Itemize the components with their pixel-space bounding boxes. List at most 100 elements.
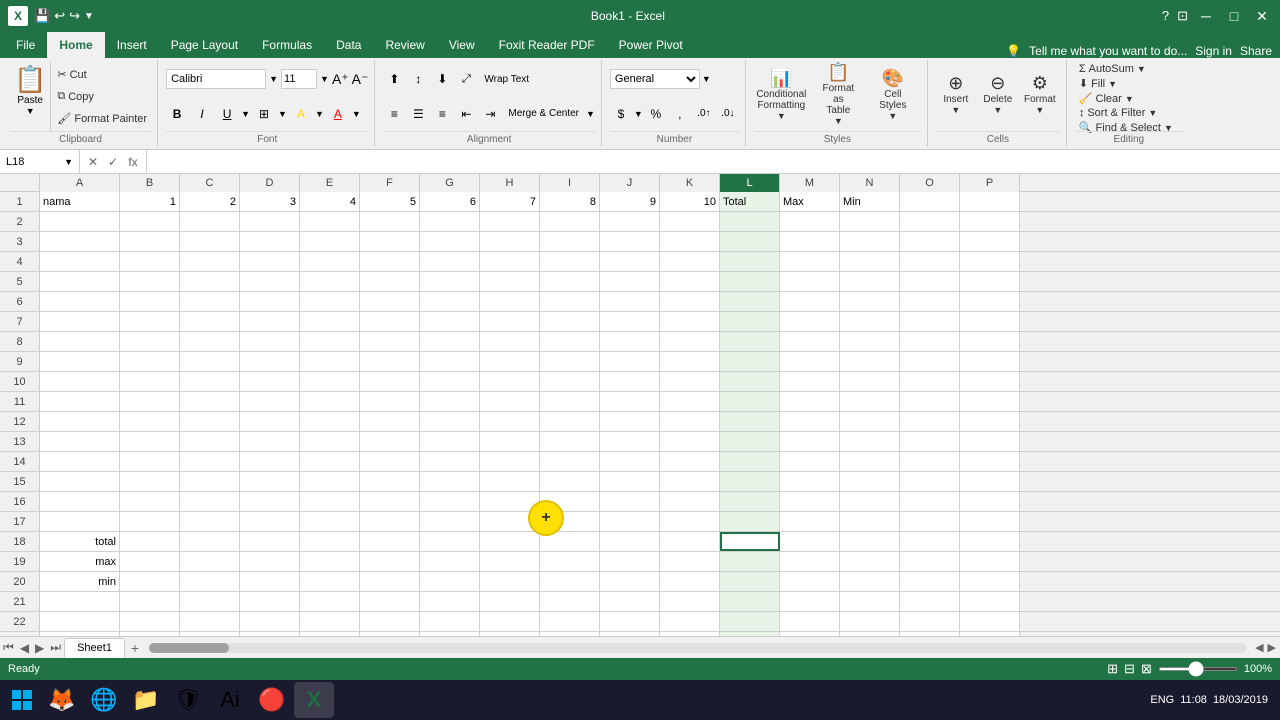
cell-b16[interactable] (120, 492, 180, 511)
row-num-4[interactable]: 4 (0, 252, 40, 271)
cell-m12[interactable] (780, 412, 840, 431)
normal-view-button[interactable]: ⊞ (1107, 661, 1118, 677)
page-layout-view-button[interactable]: ⊟ (1124, 661, 1135, 677)
row-num-6[interactable]: 6 (0, 292, 40, 311)
cell-c8[interactable] (180, 332, 240, 351)
add-sheet-button[interactable]: + (125, 638, 145, 658)
cell-d11[interactable] (240, 392, 300, 411)
row-num-19[interactable]: 19 (0, 552, 40, 571)
cell-g11[interactable] (420, 392, 480, 411)
cell-k12[interactable] (660, 412, 720, 431)
cell-a11[interactable] (40, 392, 120, 411)
decrease-decimal-button[interactable]: .0↓ (717, 103, 739, 125)
cell-e15[interactable] (300, 472, 360, 491)
decrease-indent-button[interactable]: ⇤ (455, 103, 477, 125)
cell-e20[interactable] (300, 572, 360, 591)
underline-button[interactable]: U (216, 103, 238, 125)
cell-P17[interactable] (960, 512, 1020, 531)
cell-n5[interactable] (840, 272, 900, 291)
cell-f23[interactable] (360, 632, 420, 636)
cell-d2[interactable] (240, 212, 300, 231)
cell-i14[interactable] (540, 452, 600, 471)
cell-c2[interactable] (180, 212, 240, 231)
number-format-select[interactable]: General (610, 69, 700, 89)
taskbar-illustrator[interactable]: Ai (210, 682, 250, 718)
taskbar-app4[interactable]: 🛡 (168, 682, 208, 718)
cell-l21[interactable] (720, 592, 780, 611)
cell-O9[interactable] (900, 352, 960, 371)
cell-O4[interactable] (900, 252, 960, 271)
cell-d19[interactable] (240, 552, 300, 571)
cell-P22[interactable] (960, 612, 1020, 631)
tell-me-input[interactable]: Tell me what you want to do... (1029, 44, 1187, 58)
cell-c4[interactable] (180, 252, 240, 271)
cell-n13[interactable] (840, 432, 900, 451)
cell-l3[interactable] (720, 232, 780, 251)
cell-d4[interactable] (240, 252, 300, 271)
cell-d23[interactable] (240, 632, 300, 636)
cell-k22[interactable] (660, 612, 720, 631)
cell-a7[interactable] (40, 312, 120, 331)
cell-k3[interactable] (660, 232, 720, 251)
cell-m9[interactable] (780, 352, 840, 371)
cell-n2[interactable] (840, 212, 900, 231)
align-center-button[interactable]: ☰ (407, 103, 429, 125)
cell-a6[interactable] (40, 292, 120, 311)
tab-data[interactable]: Data (324, 32, 373, 58)
cell-d13[interactable] (240, 432, 300, 451)
cell-m4[interactable] (780, 252, 840, 271)
cell-h14[interactable] (480, 452, 540, 471)
cell-P14[interactable] (960, 452, 1020, 471)
cell-h11[interactable] (480, 392, 540, 411)
sort-filter-dropdown[interactable]: ▼ (1148, 108, 1157, 118)
cell-g19[interactable] (420, 552, 480, 571)
cell-b2[interactable] (120, 212, 180, 231)
cell-h4[interactable] (480, 252, 540, 271)
cell-b15[interactable] (120, 472, 180, 491)
row-num-17[interactable]: 17 (0, 512, 40, 531)
format-as-table-button[interactable]: 📋 Format asTable ▼ (811, 62, 866, 126)
cell-m13[interactable] (780, 432, 840, 451)
tab-view[interactable]: View (437, 32, 487, 58)
cell-j15[interactable] (600, 472, 660, 491)
cell-i4[interactable] (540, 252, 600, 271)
minimize-button[interactable]: ─ (1196, 8, 1216, 25)
cell-a14[interactable] (40, 452, 120, 471)
cell-a9[interactable] (40, 352, 120, 371)
cell-j14[interactable] (600, 452, 660, 471)
cell-k8[interactable] (660, 332, 720, 351)
cell-j5[interactable] (600, 272, 660, 291)
cell-n7[interactable] (840, 312, 900, 331)
cell-a3[interactable] (40, 232, 120, 251)
cell-m7[interactable] (780, 312, 840, 331)
cell-n11[interactable] (840, 392, 900, 411)
cell-h21[interactable] (480, 592, 540, 611)
col-header-O[interactable]: O (900, 174, 960, 192)
cell-l9[interactable] (720, 352, 780, 371)
cell-P4[interactable] (960, 252, 1020, 271)
increase-indent-button[interactable]: ⇥ (479, 103, 501, 125)
cell-n21[interactable] (840, 592, 900, 611)
help-icon[interactable]: ? (1162, 8, 1169, 25)
cell-f4[interactable] (360, 252, 420, 271)
row-num-8[interactable]: 8 (0, 332, 40, 351)
cell-e14[interactable] (300, 452, 360, 471)
cell-b9[interactable] (120, 352, 180, 371)
cell-l5[interactable] (720, 272, 780, 291)
cell-c14[interactable] (180, 452, 240, 471)
cell-g14[interactable] (420, 452, 480, 471)
cell-i12[interactable] (540, 412, 600, 431)
cell-P19[interactable] (960, 552, 1020, 571)
cell-m6[interactable] (780, 292, 840, 311)
cell-j3[interactable] (600, 232, 660, 251)
cell-k9[interactable] (660, 352, 720, 371)
cell-l22[interactable] (720, 612, 780, 631)
cell-g9[interactable] (420, 352, 480, 371)
cell-j21[interactable] (600, 592, 660, 611)
increase-decimal-button[interactable]: .0↑ (693, 103, 715, 125)
col-header-L[interactable]: L (720, 174, 780, 192)
col-header-G[interactable]: G (420, 174, 480, 192)
cell-f6[interactable] (360, 292, 420, 311)
cell-j7[interactable] (600, 312, 660, 331)
cell-n14[interactable] (840, 452, 900, 471)
